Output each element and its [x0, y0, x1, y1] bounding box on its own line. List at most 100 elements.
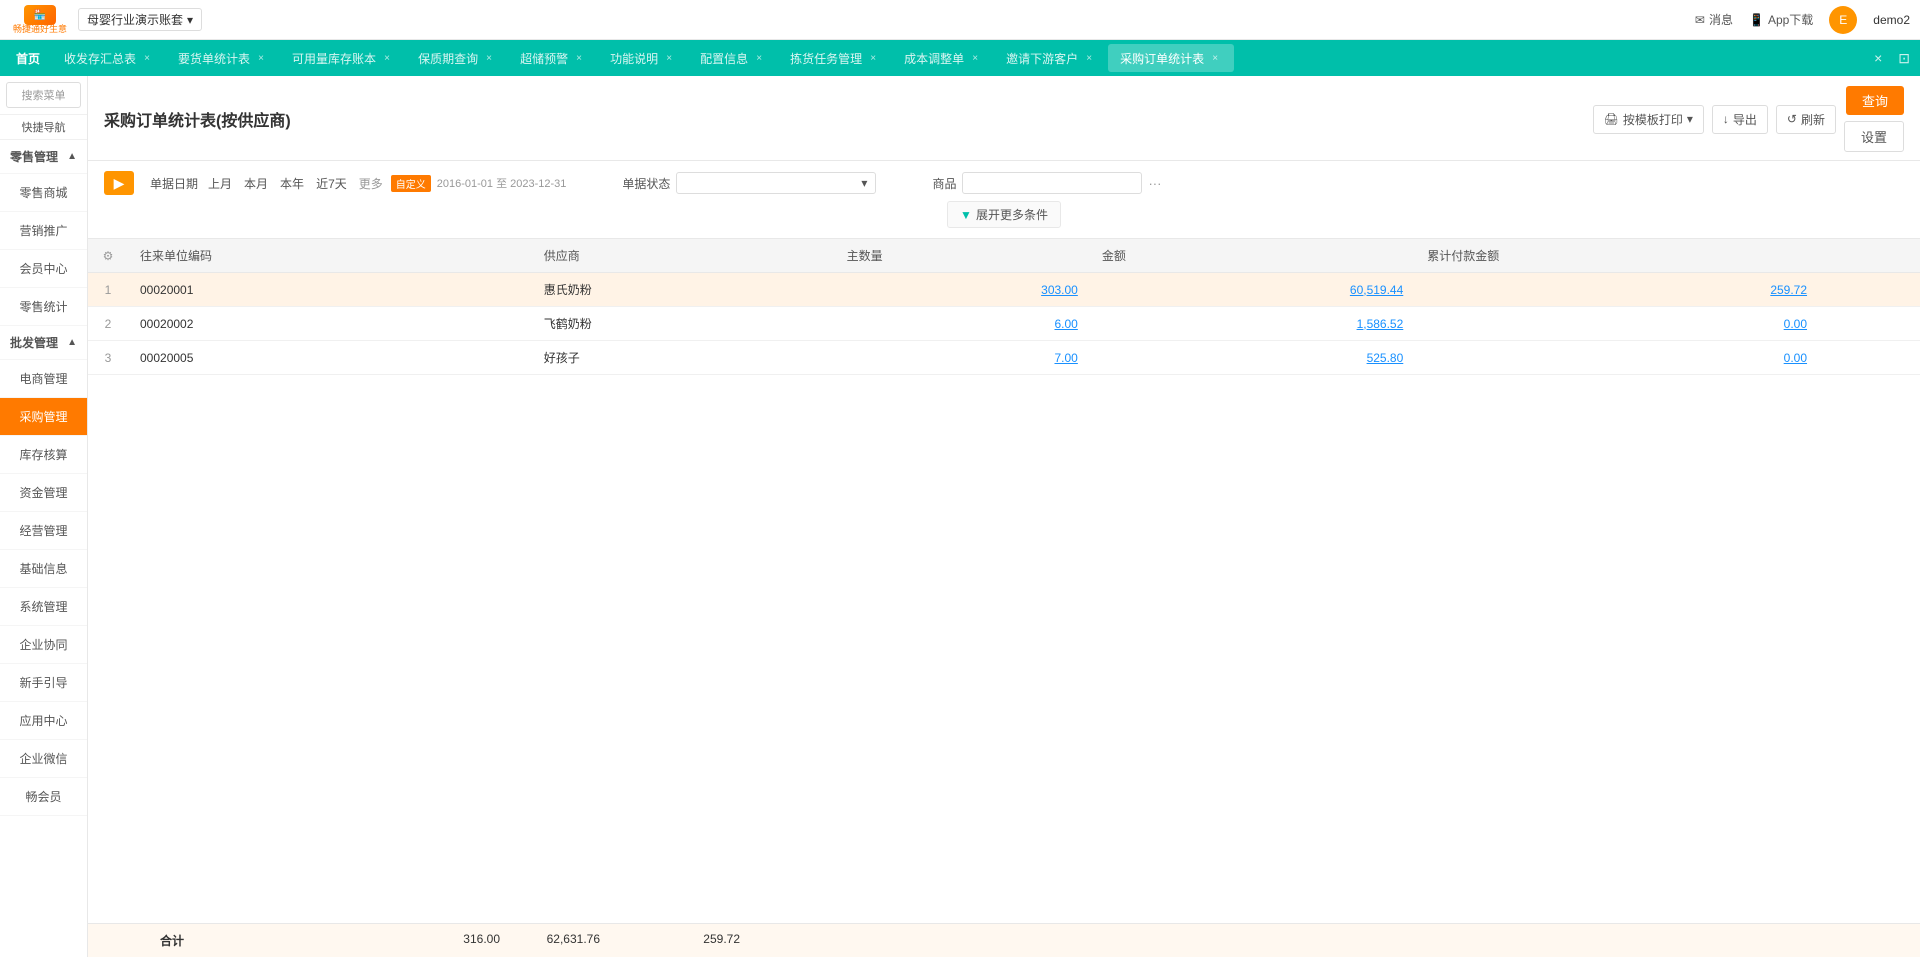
sidebar-retail-mall-label: 零售商城	[19, 184, 67, 201]
refresh-label: 刷新	[1801, 111, 1825, 128]
qty-link[interactable]: 303.00	[1041, 283, 1078, 297]
tab-baozhi-close-icon[interactable]: ×	[482, 51, 496, 65]
message-icon: ✉	[1695, 13, 1705, 27]
tab-yaohuo-close-icon[interactable]: ×	[254, 51, 268, 65]
shortcut-this-month[interactable]: 本月	[240, 173, 272, 194]
quick-nav-button[interactable]: 快捷导航	[0, 115, 87, 140]
workspace-chevron-icon: ▾	[187, 13, 193, 27]
tab-peizhi[interactable]: 配置信息 ×	[688, 44, 778, 72]
cell-code: 00020005	[128, 341, 532, 375]
sidebar-item-purchase[interactable]: 采购管理	[0, 398, 87, 436]
nav-close-button[interactable]: ×	[1868, 48, 1888, 68]
tab-keyongliang-close-icon[interactable]: ×	[380, 51, 394, 65]
paid-link[interactable]: 259.72	[1770, 283, 1807, 297]
tab-peizhi-close-icon[interactable]: ×	[752, 51, 766, 65]
tab-baozhi[interactable]: 保质期查询 ×	[406, 44, 508, 72]
tab-chaochuyujing[interactable]: 超储预警 ×	[508, 44, 598, 72]
sidebar-system-label: 系统管理	[19, 598, 67, 615]
filter-collapse-button[interactable]: ▶	[104, 171, 134, 195]
sidebar-operations-label: 经营管理	[19, 522, 67, 539]
tab-yaoqing[interactable]: 邀请下游客户 ×	[994, 44, 1108, 72]
sidebar-item-newuser[interactable]: 新手引导	[0, 664, 87, 702]
nav-maximize-icon[interactable]: ⊡	[1892, 48, 1916, 69]
tab-shoufacun[interactable]: 收发存汇总表 ×	[52, 44, 166, 72]
sidebar-item-inventory[interactable]: 库存核算	[0, 436, 87, 474]
paid-link[interactable]: 0.00	[1784, 317, 1807, 331]
tab-jianhuo[interactable]: 拣货任务管理 ×	[778, 44, 892, 72]
tab-chengben[interactable]: 成本调整单 ×	[892, 44, 994, 72]
template-print-label: 按模板打印	[1623, 111, 1683, 128]
sidebar-item-changhui[interactable]: 畅会员	[0, 778, 87, 816]
tab-yaoqing-close-icon[interactable]: ×	[1082, 51, 1096, 65]
amount-link[interactable]: 60,519.44	[1350, 283, 1403, 297]
refresh-button[interactable]: ↺ 刷新	[1776, 105, 1836, 134]
tab-caigou-active[interactable]: 采购订单统计表 ×	[1108, 44, 1234, 72]
cell-supplier: 好孩子	[532, 341, 835, 375]
tab-shoufacun-close-icon[interactable]: ×	[140, 51, 154, 65]
tab-home-label: 首页	[16, 50, 40, 67]
tab-baozhi-label: 保质期查询	[418, 50, 478, 67]
goods-filter-group: 商品 ···	[932, 172, 1161, 194]
amount-link[interactable]: 525.80	[1367, 351, 1404, 365]
search-menu-button[interactable]: 搜索菜单	[6, 82, 81, 108]
sidebar-item-finance[interactable]: 资金管理	[0, 474, 87, 512]
sidebar-item-basic-info[interactable]: 基础信息	[0, 550, 87, 588]
app-download-action[interactable]: 📱 App下载	[1749, 11, 1813, 28]
column-settings-icon[interactable]: ⚙	[103, 249, 114, 263]
message-action[interactable]: ✉ 消息	[1695, 11, 1733, 28]
shortcut-last-month[interactable]: 上月	[204, 173, 236, 194]
status-chevron-icon: ▾	[861, 176, 867, 190]
page-header: 采购订单统计表(按供应商) 🖨 按模板打印 ▾ ↓ 导出 ↺ 刷新 查询 设置	[88, 76, 1920, 161]
settings-button[interactable]: 设置	[1844, 121, 1904, 152]
shortcut-this-year[interactable]: 本年	[276, 173, 308, 194]
cell-num: 3	[88, 341, 128, 375]
tab-jianhuo-close-icon[interactable]: ×	[866, 51, 880, 65]
paid-link[interactable]: 0.00	[1784, 351, 1807, 365]
goods-input[interactable]	[962, 172, 1142, 194]
shortcut-more[interactable]: 更多	[355, 173, 387, 194]
expand-conditions-button[interactable]: ▼ 展开更多条件	[947, 201, 1061, 228]
status-select[interactable]: ▾	[676, 172, 876, 194]
tab-chengben-close-icon[interactable]: ×	[968, 51, 982, 65]
sidebar-app-center-label: 应用中心	[19, 712, 67, 729]
th-paid: 累计付款金额	[1415, 239, 1819, 273]
tab-caigou-close-icon[interactable]: ×	[1208, 51, 1222, 65]
workspace-selector[interactable]: 母婴行业演示账套 ▾	[78, 8, 202, 31]
cell-paid: 259.72	[1415, 273, 1819, 307]
qty-link[interactable]: 7.00	[1054, 351, 1077, 365]
qty-link[interactable]: 6.00	[1054, 317, 1077, 331]
goods-filter-label: 商品	[932, 175, 956, 192]
sidebar-item-marketing[interactable]: 营销推广	[0, 212, 87, 250]
status-filter-label: 单据状态	[622, 175, 670, 192]
template-print-button[interactable]: 🖨 按模板打印 ▾	[1593, 105, 1704, 134]
amount-link[interactable]: 1,586.52	[1357, 317, 1404, 331]
tab-gongneng-close-icon[interactable]: ×	[662, 51, 676, 65]
nav-right-actions: × ⊡	[1868, 48, 1916, 69]
sidebar-item-operations[interactable]: 经营管理	[0, 512, 87, 550]
export-button[interactable]: ↓ 导出	[1712, 105, 1768, 134]
table-row: 2 00020002 飞鹤奶粉 6.00 1,586.52 0.00	[88, 307, 1920, 341]
sidebar-item-enterprise[interactable]: 企业协同	[0, 626, 87, 664]
date-filter-label: 单据日期	[150, 175, 198, 192]
tab-gongneng[interactable]: 功能说明 ×	[598, 44, 688, 72]
tab-home[interactable]: 首页	[4, 44, 52, 72]
sidebar-item-app-center[interactable]: 应用中心	[0, 702, 87, 740]
tab-yaohuo[interactable]: 要货单统计表 ×	[166, 44, 280, 72]
goods-more-icon[interactable]: ···	[1148, 176, 1161, 191]
sidebar-item-member[interactable]: 会员中心	[0, 250, 87, 288]
sidebar-item-retail-mall[interactable]: 零售商城	[0, 174, 87, 212]
sidebar-item-ecommerce[interactable]: 电商管理	[0, 360, 87, 398]
tab-keyongliang[interactable]: 可用量库存账本 ×	[280, 44, 406, 72]
sidebar-item-retail-stats[interactable]: 零售统计	[0, 288, 87, 326]
sidebar-item-wholesale[interactable]: 批发管理 ▲	[0, 326, 87, 360]
avatar[interactable]: E	[1829, 6, 1857, 34]
shortcut-7days[interactable]: 近7天	[312, 173, 351, 194]
query-button[interactable]: 查询	[1846, 86, 1904, 115]
sidebar-search-area: 搜索菜单	[0, 76, 87, 115]
main-layout: 搜索菜单 快捷导航 零售管理 ▲ 零售商城 营销推广 会员中心 零售统计 批发管…	[0, 76, 1920, 957]
expand-label: 展开更多条件	[976, 206, 1048, 223]
sidebar-item-retail-management[interactable]: 零售管理 ▲	[0, 140, 87, 174]
sidebar-item-wechat[interactable]: 企业微信	[0, 740, 87, 778]
sidebar-item-system[interactable]: 系统管理	[0, 588, 87, 626]
tab-chaochuyujing-close-icon[interactable]: ×	[572, 51, 586, 65]
